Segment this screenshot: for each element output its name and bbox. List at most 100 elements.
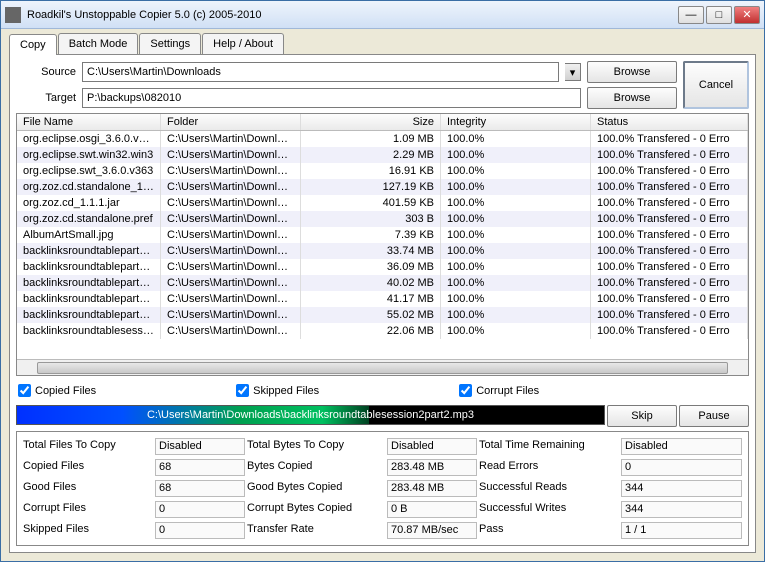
- tab-copy[interactable]: Copy: [9, 34, 57, 55]
- good-files-value: 68: [155, 480, 245, 497]
- bytes-copied-value: 283.48 MB: [387, 459, 477, 476]
- check-skipped[interactable]: Skipped Files: [236, 384, 319, 397]
- corrupt-bytes-label: Corrupt Bytes Copied: [247, 501, 385, 518]
- source-row: Source ▾ Browse: [16, 61, 677, 83]
- source-input[interactable]: [82, 62, 559, 82]
- check-corrupt-box[interactable]: [459, 384, 472, 397]
- table-cell: 100.0%: [441, 307, 591, 323]
- table-cell: C:\Users\Martin\Downloads\: [161, 259, 301, 275]
- browse-source-button[interactable]: Browse: [587, 61, 677, 83]
- table-cell: 100.0%: [441, 275, 591, 291]
- table-cell: 100.0% Transfered - 0 Erro: [591, 291, 748, 307]
- check-skipped-box[interactable]: [236, 384, 249, 397]
- table-cell: 100.0%: [441, 147, 591, 163]
- file-table: File Name Folder Size Integrity Status o…: [16, 113, 749, 376]
- skip-button[interactable]: Skip: [607, 405, 677, 427]
- succ-reads-label: Successful Reads: [479, 480, 619, 497]
- table-row[interactable]: backlinksroundtablepart1.mpC:\Users\Mart…: [17, 243, 748, 259]
- table-cell: 100.0%: [441, 291, 591, 307]
- table-cell: C:\Users\Martin\Downloads\: [161, 163, 301, 179]
- table-cell: 41.17 MB: [301, 291, 441, 307]
- table-row[interactable]: backlinksroundtablepart5.mpC:\Users\Mart…: [17, 307, 748, 323]
- corrupt-files-label: Corrupt Files: [23, 501, 153, 518]
- table-cell: 36.09 MB: [301, 259, 441, 275]
- table-cell: org.eclipse.swt.win32.win3: [17, 147, 161, 163]
- tab-bar: Copy Batch Mode Settings Help / About: [1, 29, 764, 54]
- succ-writes-value: 344: [621, 501, 742, 518]
- bytes-copied-label: Bytes Copied: [247, 459, 385, 476]
- tab-settings[interactable]: Settings: [139, 33, 201, 54]
- table-cell: 100.0% Transfered - 0 Erro: [591, 163, 748, 179]
- table-row[interactable]: backlinksroundtablesessionC:\Users\Marti…: [17, 323, 748, 339]
- table-cell: C:\Users\Martin\Downloads\: [161, 195, 301, 211]
- good-bytes-value: 283.48 MB: [387, 480, 477, 497]
- table-cell: C:\Users\Martin\Downloads\: [161, 275, 301, 291]
- browse-target-button[interactable]: Browse: [587, 87, 677, 109]
- table-row[interactable]: org.eclipse.swt_3.6.0.v363C:\Users\Marti…: [17, 163, 748, 179]
- check-copied-box[interactable]: [18, 384, 31, 397]
- progress-bar: C:\Users\Martin\Downloads\backlinksround…: [16, 405, 605, 425]
- table-cell: 100.0% Transfered - 0 Erro: [591, 179, 748, 195]
- skipped-files-value: 0: [155, 522, 245, 539]
- succ-reads-value: 344: [621, 480, 742, 497]
- table-cell: 16.91 KB: [301, 163, 441, 179]
- table-row[interactable]: AlbumArtSmall.jpgC:\Users\Martin\Downloa…: [17, 227, 748, 243]
- table-cell: 100.0%: [441, 179, 591, 195]
- table-cell: 100.0%: [441, 323, 591, 339]
- table-row[interactable]: backlinksroundtablepart4.mpC:\Users\Mart…: [17, 291, 748, 307]
- table-cell: 100.0% Transfered - 0 Erro: [591, 259, 748, 275]
- table-row[interactable]: backlinksroundtablepart2.mpC:\Users\Mart…: [17, 259, 748, 275]
- table-cell: 100.0% Transfered - 0 Erro: [591, 243, 748, 259]
- minimize-button[interactable]: —: [678, 6, 704, 24]
- table-cell: C:\Users\Martin\Downloads\: [161, 307, 301, 323]
- check-copied[interactable]: Copied Files: [18, 384, 96, 397]
- table-header: File Name Folder Size Integrity Status: [17, 114, 748, 131]
- corrupt-bytes-value: 0 B: [387, 501, 477, 518]
- table-body[interactable]: org.eclipse.osgi_3.6.0.v201C:\Users\Mart…: [17, 131, 748, 359]
- table-cell: org.zoz.cd_1.1.1.jar: [17, 195, 161, 211]
- target-input[interactable]: [82, 88, 581, 108]
- table-row[interactable]: org.eclipse.osgi_3.6.0.v201C:\Users\Mart…: [17, 131, 748, 147]
- table-row[interactable]: org.zoz.cd_1.1.1.jarC:\Users\Martin\Down…: [17, 195, 748, 211]
- close-button[interactable]: ✕: [734, 6, 760, 24]
- main-panel: Source ▾ Browse Target Browse Cancel Fil…: [9, 54, 756, 553]
- table-cell: 2.29 MB: [301, 147, 441, 163]
- table-cell: C:\Users\Martin\Downloads\: [161, 179, 301, 195]
- table-row[interactable]: org.eclipse.swt.win32.win3C:\Users\Marti…: [17, 147, 748, 163]
- source-label: Source: [16, 66, 76, 78]
- check-corrupt[interactable]: Corrupt Files: [459, 384, 539, 397]
- total-bytes-label: Total Bytes To Copy: [247, 438, 385, 455]
- th-size[interactable]: Size: [301, 114, 441, 130]
- th-folder[interactable]: Folder: [161, 114, 301, 130]
- table-row[interactable]: org.zoz.cd.standalone_1.1.C:\Users\Marti…: [17, 179, 748, 195]
- table-cell: org.eclipse.swt_3.6.0.v363: [17, 163, 161, 179]
- table-cell: backlinksroundtablepart1.mp: [17, 243, 161, 259]
- titlebar: Roadkil's Unstoppable Copier 5.0 (c) 200…: [1, 1, 764, 29]
- table-cell: 100.0%: [441, 195, 591, 211]
- maximize-button[interactable]: □: [706, 6, 732, 24]
- table-cell: C:\Users\Martin\Downloads\: [161, 147, 301, 163]
- table-cell: 1.09 MB: [301, 131, 441, 147]
- time-remain-label: Total Time Remaining: [479, 438, 619, 455]
- scroll-thumb[interactable]: [37, 362, 728, 374]
- tab-help[interactable]: Help / About: [202, 33, 284, 54]
- source-dropdown-arrow[interactable]: ▾: [565, 63, 581, 81]
- th-integrity[interactable]: Integrity: [441, 114, 591, 130]
- cancel-button[interactable]: Cancel: [683, 61, 749, 109]
- table-cell: 100.0% Transfered - 0 Erro: [591, 147, 748, 163]
- tab-batch[interactable]: Batch Mode: [58, 33, 139, 54]
- table-cell: 100.0% Transfered - 0 Erro: [591, 227, 748, 243]
- horizontal-scrollbar[interactable]: [17, 359, 748, 375]
- th-filename[interactable]: File Name: [17, 114, 161, 130]
- pause-button[interactable]: Pause: [679, 405, 749, 427]
- table-row[interactable]: backlinksroundtablepart3.mpC:\Users\Mart…: [17, 275, 748, 291]
- th-status[interactable]: Status: [591, 114, 748, 130]
- table-cell: C:\Users\Martin\Downloads\: [161, 291, 301, 307]
- table-cell: C:\Users\Martin\Downloads\: [161, 131, 301, 147]
- time-remain-value: Disabled: [621, 438, 742, 455]
- corrupt-files-value: 0: [155, 501, 245, 518]
- table-row[interactable]: org.zoz.cd.standalone.prefC:\Users\Marti…: [17, 211, 748, 227]
- table-cell: 100.0% Transfered - 0 Erro: [591, 195, 748, 211]
- table-cell: 33.74 MB: [301, 243, 441, 259]
- table-cell: 100.0% Transfered - 0 Erro: [591, 211, 748, 227]
